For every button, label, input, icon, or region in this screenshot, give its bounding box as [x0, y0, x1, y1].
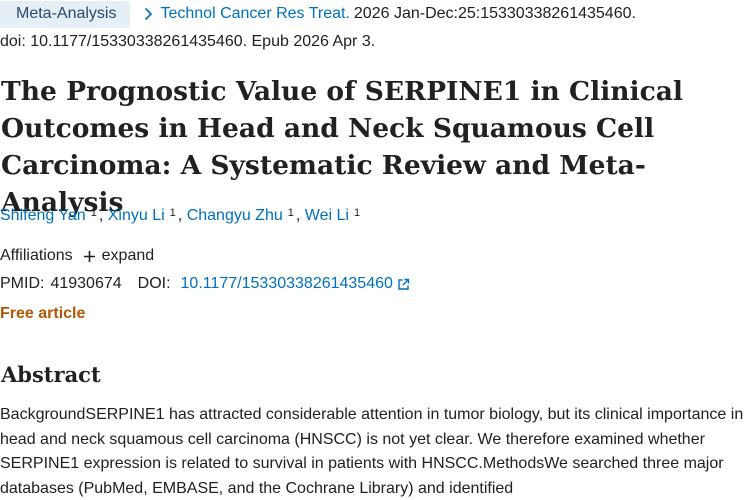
affiliation-number[interactable]: 1: [170, 207, 176, 219]
pmid-label: PMID:: [0, 275, 45, 292]
citation-details: 2026 Jan-Dec:25:15330338261435460.: [353, 5, 636, 22]
plus-icon: [83, 250, 95, 262]
identifiers-row: PMID: 41930674 DOI: 10.1177/153303382614…: [0, 275, 410, 293]
expand-label[interactable]: expand: [102, 247, 155, 265]
author-link[interactable]: Xinyu Li: [108, 207, 165, 224]
abstract-text: BackgroundSERPINE1 has attracted conside…: [0, 406, 744, 497]
affiliation-number[interactable]: 1: [91, 207, 97, 219]
affiliation-number[interactable]: 1: [354, 207, 360, 219]
author-link[interactable]: Wei Li: [305, 207, 349, 224]
free-article-label: Free article: [0, 305, 86, 322]
author-link[interactable]: Shifeng Yan: [0, 207, 86, 224]
doi-link[interactable]: 10.1177/15330338261435460: [181, 275, 410, 293]
doi-epub-line: doi: 10.1177/15330338261435460. Epub 202…: [0, 33, 376, 50]
publication-type-badge: Meta-Analysis: [0, 0, 131, 28]
journal-name[interactable]: Technol Cancer Res Treat.: [160, 5, 349, 23]
journal-link[interactable]: Technol Cancer Res Treat.: [140, 5, 350, 23]
citation-bar: Meta-Analysis Technol Cancer Res Treat. …: [0, 0, 636, 28]
author-list: Shifeng Yan 1, Xinyu Li 1, Changyu Zhu 1, W…: [0, 207, 361, 224]
expand-affiliations-button[interactable]: expand: [83, 247, 155, 265]
affiliations-row: Affiliations expand: [0, 247, 154, 265]
doi-label: DOI:: [137, 275, 171, 292]
article-title: The Prognostic Value of SERPINE1 in Clin…: [1, 76, 683, 218]
author-link[interactable]: Changyu Zhu: [187, 207, 283, 224]
external-link-icon: [398, 278, 410, 290]
pmid-value: 41930674: [50, 275, 122, 292]
abstract-heading: Abstract: [1, 362, 101, 387]
affiliations-label: Affiliations: [0, 247, 73, 264]
affiliation-number[interactable]: 1: [288, 207, 294, 219]
chevron-right-icon: [145, 7, 153, 21]
